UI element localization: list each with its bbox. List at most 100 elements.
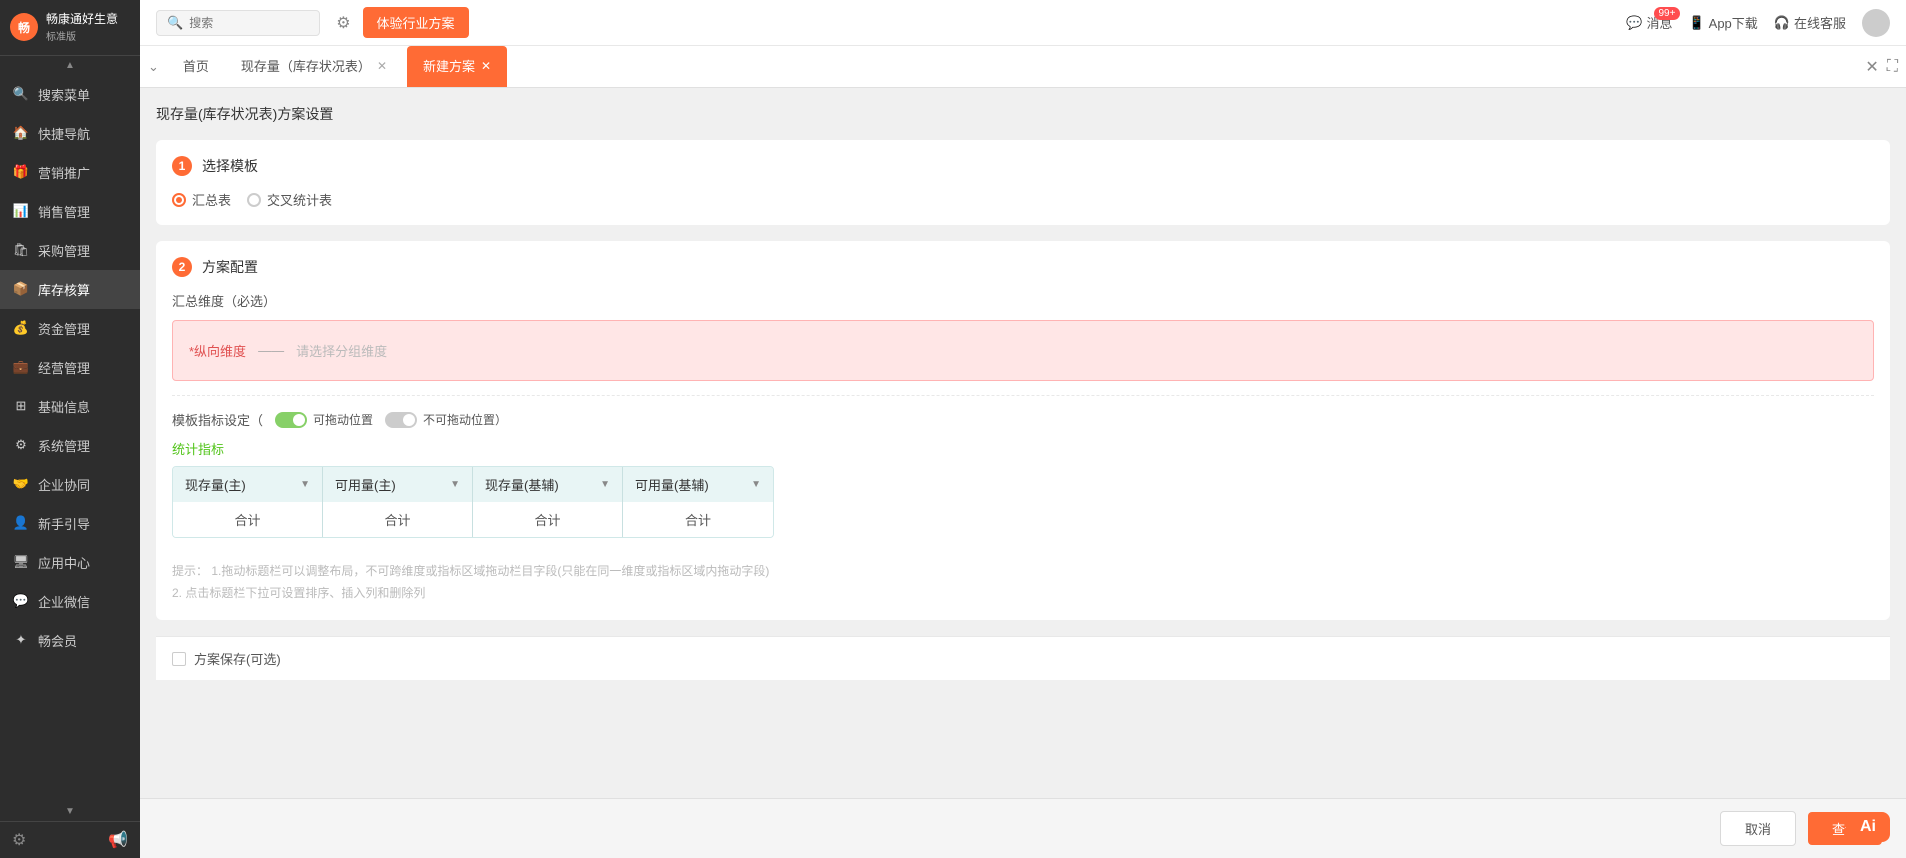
cancel-button[interactable]: 取消 bbox=[1720, 811, 1796, 846]
draggable-chip bbox=[275, 412, 307, 428]
radio-summary-table[interactable]: 汇总表 bbox=[172, 190, 231, 209]
stats-col-0-chevron[interactable]: ▼ bbox=[300, 479, 310, 490]
sidebar-item-finance[interactable]: 💰 资金管理 bbox=[0, 309, 140, 348]
content-area: 现存量(库存状况表)方案设置 1 选择模板 汇总表 交叉统计表 2 bbox=[140, 88, 1906, 798]
indicator-draggable: 可拖动位置 bbox=[275, 411, 373, 428]
undraggable-label: 不可拖动位置） bbox=[423, 411, 507, 428]
sidebar-item-operation[interactable]: 💼 经营管理 bbox=[0, 348, 140, 387]
search-input[interactable] bbox=[189, 16, 309, 30]
sidebar-item-quicknav[interactable]: 🏠 快捷导航 bbox=[0, 114, 140, 153]
tab-inventory-label: 现存量（库存状况表） bbox=[241, 56, 371, 75]
stats-col-1-chevron[interactable]: ▼ bbox=[450, 479, 460, 490]
stats-table: 现存量(主) ▼ 可用量(主) ▼ 现存量(基辅) ▼ 可用量(基辅) ▼ bbox=[172, 466, 774, 538]
draggable-label: 可拖动位置 bbox=[313, 411, 373, 428]
undraggable-chip bbox=[385, 412, 417, 428]
section2-header: 2 方案配置 bbox=[172, 257, 1874, 277]
close-window-icon[interactable]: ✕ bbox=[1865, 57, 1878, 77]
tab-new-scheme[interactable]: 新建方案 ✕ bbox=[407, 46, 507, 87]
dimension-dash: —— bbox=[258, 343, 284, 358]
stats-section-label: 统计指标 bbox=[172, 439, 1874, 458]
sidebar-item-vip[interactable]: ✦ 畅会员 bbox=[0, 621, 140, 660]
gear-icon-topbar[interactable]: ⚙ bbox=[336, 13, 350, 33]
sidebar-item-collab-label: 企业协同 bbox=[38, 475, 90, 494]
sidebar-item-inventory[interactable]: 📦 库存核算 bbox=[0, 270, 140, 309]
section1-title: 选择模板 bbox=[202, 156, 258, 176]
tab-expand-icon[interactable]: ⌄ bbox=[148, 59, 159, 75]
ai-badge[interactable]: Ai bbox=[1846, 812, 1890, 842]
tab-new-scheme-close[interactable]: ✕ bbox=[481, 59, 491, 73]
stats-cell-2: 合计 bbox=[473, 502, 623, 537]
topbar-right: 💬 消息 99+ 📱 App下载 🎧 在线客服 bbox=[1626, 9, 1890, 37]
sidebar-item-vip-label: 畅会员 bbox=[38, 631, 77, 650]
stats-col-2-chevron[interactable]: ▼ bbox=[600, 479, 610, 490]
dimension-required-label: *纵向维度 bbox=[189, 341, 246, 360]
save-scheme-checkbox[interactable] bbox=[172, 652, 186, 666]
trial-button[interactable]: 体验行业方案 bbox=[363, 7, 469, 38]
avatar[interactable] bbox=[1862, 9, 1890, 37]
messages-item[interactable]: 💬 消息 99+ bbox=[1626, 13, 1672, 32]
stats-table-header: 现存量(主) ▼ 可用量(主) ▼ 现存量(基辅) ▼ 可用量(基辅) ▼ bbox=[173, 467, 773, 502]
tab-inventory[interactable]: 现存量（库存状况表） ✕ bbox=[225, 46, 403, 87]
money-icon: 💰 bbox=[12, 319, 30, 337]
stats-col-0-label: 现存量(主) bbox=[185, 475, 246, 494]
sidebar-footer: ⚙ 📢 bbox=[0, 821, 140, 858]
speaker-icon[interactable]: 📢 bbox=[108, 830, 128, 850]
sidebar-scroll-down[interactable]: ▼ bbox=[0, 802, 140, 821]
sidebar-item-basic-info-label: 基础信息 bbox=[38, 397, 90, 416]
stats-col-2[interactable]: 现存量(基辅) ▼ bbox=[473, 467, 623, 502]
sidebar-item-sales[interactable]: 📊 销售管理 bbox=[0, 192, 140, 231]
dimension-row[interactable]: *纵向维度 —— 请选择分组维度 bbox=[172, 320, 1874, 381]
online-service-item[interactable]: 🎧 在线客服 bbox=[1774, 13, 1846, 32]
sidebar: 畅 畅康通好生意 标准版 ▲ 🔍 搜索菜单 🏠 快捷导航 🎁 营销推广 📊 销售… bbox=[0, 0, 140, 858]
footer-actions: 取消 查询 bbox=[140, 798, 1906, 858]
stats-table-body: 合计 合计 合计 合计 bbox=[173, 502, 773, 537]
sidebar-item-search-label: 搜索菜单 bbox=[38, 85, 90, 104]
stats-col-0[interactable]: 现存量(主) ▼ bbox=[173, 467, 323, 502]
box-icon: 📦 bbox=[12, 280, 30, 298]
tabs-bar: ⌄ 首页 现存量（库存状况表） ✕ 新建方案 ✕ ✕ ⛶ bbox=[140, 46, 1906, 88]
dimension-placeholder: 请选择分组维度 bbox=[296, 341, 387, 360]
ai-badge-label: Ai bbox=[1860, 818, 1876, 835]
stats-col-1[interactable]: 可用量(主) ▼ bbox=[323, 467, 473, 502]
sidebar-item-newbie[interactable]: 👤 新手引导 bbox=[0, 504, 140, 543]
topbar: 🔍 ⚙ 体验行业方案 💬 消息 99+ 📱 App下载 🎧 在线客服 bbox=[140, 0, 1906, 46]
gift-icon: 🎁 bbox=[12, 163, 30, 181]
divider1 bbox=[172, 395, 1874, 396]
save-scheme-label: 方案保存(可选) bbox=[194, 649, 281, 668]
sidebar-item-collab[interactable]: 🤝 企业协同 bbox=[0, 465, 140, 504]
tab-inventory-close[interactable]: ✕ bbox=[377, 59, 387, 73]
monitor-icon: 🖥 bbox=[12, 553, 30, 571]
bag-icon: 🛍 bbox=[12, 241, 30, 259]
home-icon: 🏠 bbox=[12, 124, 30, 142]
radio-cross-table[interactable]: 交叉统计表 bbox=[247, 190, 332, 209]
sidebar-item-marketing[interactable]: 🎁 营销推广 bbox=[0, 153, 140, 192]
sidebar-item-operation-label: 经营管理 bbox=[38, 358, 90, 377]
gear-footer-icon[interactable]: ⚙ bbox=[12, 830, 26, 850]
radio-summary-label: 汇总表 bbox=[192, 190, 231, 209]
template-radio-group: 汇总表 交叉统计表 bbox=[172, 190, 1874, 209]
sidebar-item-basic-info[interactable]: ⊞ 基础信息 bbox=[0, 387, 140, 426]
sidebar-item-system[interactable]: ⚙ 系统管理 bbox=[0, 426, 140, 465]
logo-icon: 畅 bbox=[10, 13, 38, 41]
section2-title: 方案配置 bbox=[202, 257, 258, 277]
app-download-item[interactable]: 📱 App下载 bbox=[1688, 13, 1757, 32]
sidebar-item-wechat[interactable]: 💬 企业微信 bbox=[0, 582, 140, 621]
search-box[interactable]: 🔍 bbox=[156, 10, 320, 36]
grid-icon: ⊞ bbox=[12, 397, 30, 415]
sidebar-item-purchase-label: 采购管理 bbox=[38, 241, 90, 260]
stats-col-3-chevron[interactable]: ▼ bbox=[751, 479, 761, 490]
briefcase-icon: 💼 bbox=[12, 358, 30, 376]
sidebar-item-search[interactable]: 🔍 搜索菜单 bbox=[0, 75, 140, 114]
sidebar-item-purchase[interactable]: 🛍 采购管理 bbox=[0, 231, 140, 270]
sidebar-scroll-up[interactable]: ▲ bbox=[0, 56, 140, 75]
stats-col-3[interactable]: 可用量(基辅) ▼ bbox=[623, 467, 773, 502]
sidebar-item-appcenter[interactable]: 🖥 应用中心 bbox=[0, 543, 140, 582]
sidebar-item-inventory-label: 库存核算 bbox=[38, 280, 90, 299]
sidebar-logo: 畅 畅康通好生意 标准版 bbox=[0, 0, 140, 56]
dimension-label: 汇总维度（必选） bbox=[172, 291, 1874, 310]
hints: 提示： 1.拖动标题栏可以调整布局，不可跨维度或指标区域拖动栏目字段(只能在同一… bbox=[172, 561, 1874, 604]
tab-home[interactable]: 首页 bbox=[167, 46, 225, 87]
expand-window-icon[interactable]: ⛶ bbox=[1887, 58, 1898, 76]
tab-new-scheme-label: 新建方案 bbox=[423, 56, 475, 75]
stats-col-1-label: 可用量(主) bbox=[335, 475, 396, 494]
